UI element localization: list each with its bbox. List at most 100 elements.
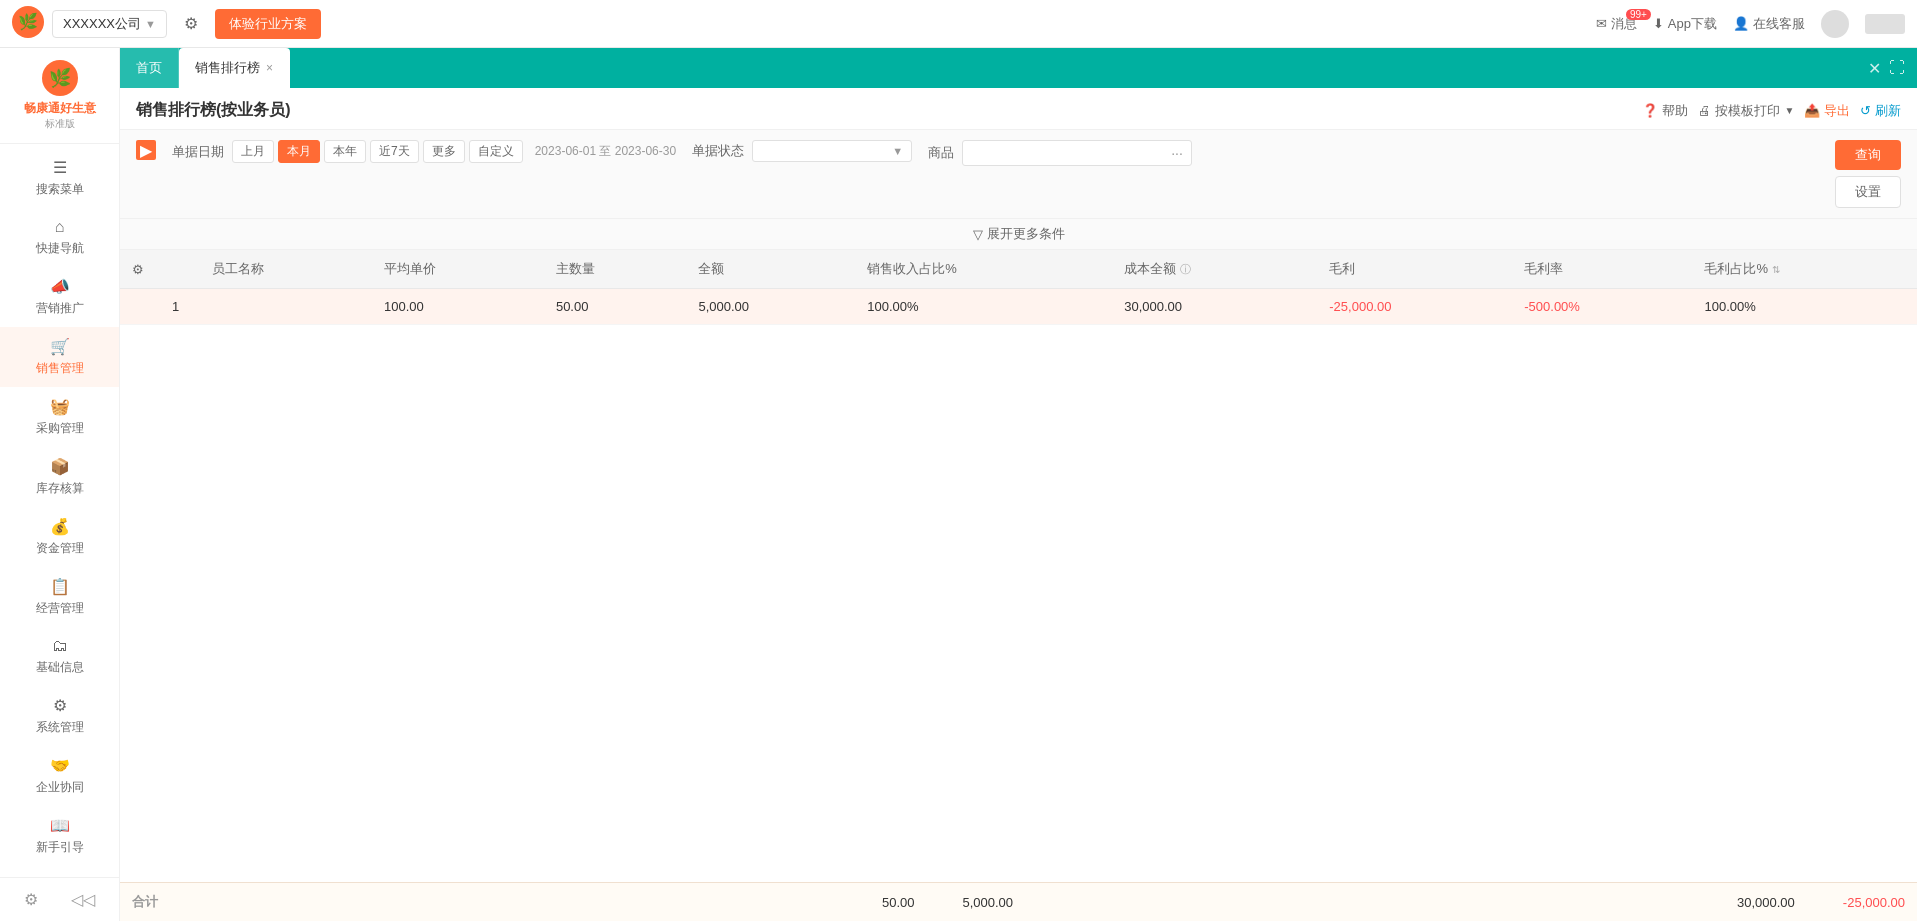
date-btn-custom[interactable]: 自定义 — [469, 140, 523, 163]
footer-label: 合计 — [132, 893, 158, 911]
page-title: 销售排行榜(按业务员) — [136, 100, 291, 121]
sales-icon: 🛒 — [50, 337, 70, 356]
sidebar-item-quicknav[interactable]: ⌂ 快捷导航 — [0, 208, 119, 267]
cost-info-icon[interactable]: ⓘ — [1180, 263, 1191, 275]
sidebar-item-purchase[interactable]: 🧺 采购管理 — [0, 387, 119, 447]
sidebar-brand-icon: 🌿 — [42, 60, 78, 96]
date-range-display: 2023-06-01 至 2023-06-30 — [535, 143, 676, 160]
sidebar-item-basic[interactable]: 🗂 基础信息 — [0, 627, 119, 686]
cell-avg-price: 100.00 — [372, 289, 544, 325]
tab-close-window-icon[interactable]: ✕ — [1868, 59, 1881, 78]
cell-gross: -25,000.00 — [1317, 289, 1512, 325]
trial-button[interactable]: 体验行业方案 — [215, 9, 321, 39]
company-select[interactable]: XXXXXX公司 ▼ — [52, 10, 167, 38]
tab-right-controls: ✕ ⛶ — [1868, 59, 1917, 78]
date-btn-this-year[interactable]: 本年 — [324, 140, 366, 163]
message-icon: ✉ — [1596, 16, 1607, 31]
help-icon: ❓ — [1642, 103, 1658, 118]
tab-close-icon[interactable]: × — [266, 61, 273, 75]
date-btn-last-month[interactable]: 上月 — [232, 140, 274, 163]
online-service-label: 在线客服 — [1753, 15, 1805, 33]
print-arrow-icon: ▼ — [1784, 105, 1794, 116]
tab-current-label: 销售排行榜 — [195, 59, 260, 77]
purchase-icon: 🧺 — [50, 397, 70, 416]
print-btn[interactable]: 🖨 按模板打印 ▼ — [1698, 102, 1794, 120]
search-menu-icon: ☰ — [53, 158, 67, 177]
company-name: XXXXXX公司 — [63, 15, 141, 33]
col-settings-icon[interactable]: ⚙ — [132, 262, 144, 277]
print-label: 按模板打印 — [1715, 102, 1780, 120]
quicknav-icon: ⌂ — [55, 218, 65, 236]
sidebar-item-inventory[interactable]: 📦 库存核算 — [0, 447, 119, 507]
sidebar-item-apps[interactable]: 📱 应用中心 — [0, 866, 119, 877]
print-icon: 🖨 — [1698, 103, 1711, 118]
app-download-btn[interactable]: ⬇ App下载 — [1653, 15, 1717, 33]
guide-icon: 📖 — [50, 816, 70, 835]
sidebar-label-inventory: 库存核算 — [36, 480, 84, 497]
sidebar-collapse-btn[interactable]: ◁◁ — [67, 886, 99, 913]
sidebar-label-quicknav: 快捷导航 — [36, 240, 84, 257]
expand-more-btn[interactable]: ▽ 展开更多条件 — [973, 225, 1065, 243]
sidebar: 🌿 畅康通好生意 标准版 ☰ 搜索菜单 ⌂ 快捷导航 📣 营销推广 � — [0, 48, 120, 921]
cell-amount: 5,000.00 — [686, 289, 855, 325]
sidebar-gear-btn[interactable]: ⚙ — [20, 886, 42, 913]
sidebar-label-sales: 销售管理 — [36, 360, 84, 377]
tab-maximize-icon[interactable]: ⛶ — [1889, 59, 1905, 77]
sidebar-item-marketing[interactable]: 📣 营销推广 — [0, 267, 119, 327]
online-service-btn[interactable]: 👤 在线客服 — [1733, 15, 1805, 33]
goods-more-icon[interactable]: ··· — [1171, 145, 1183, 161]
brand-section: 🌿 畅康通好生意 标准版 — [0, 48, 119, 144]
sidebar-item-guide[interactable]: 📖 新手引导 — [0, 806, 119, 866]
date-btn-this-month[interactable]: 本月 — [278, 140, 320, 163]
filter-expand-icon[interactable]: ▶ — [136, 140, 156, 160]
table-footer: 合计 50.00 5,000.00 30,000.00 -25,000.00 — [120, 882, 1917, 921]
table-row: 1 100.00 50.00 5,000.00 100.00% 30,000.0… — [120, 289, 1917, 325]
cell-cost: 30,000.00 — [1112, 289, 1317, 325]
goods-filter-label: 商品 — [928, 144, 954, 162]
sidebar-label-marketing: 营销推广 — [36, 300, 84, 317]
filter-bar: ▶ 单据日期 上月 本月 本年 近7天 更多 自定义 2023-06-01 至 … — [120, 130, 1917, 219]
brand-sub: 标准版 — [45, 117, 75, 131]
status-select[interactable]: ▼ — [752, 140, 912, 162]
top-bar: 🌿 XXXXXX公司 ▼ ⚙ 体验行业方案 ✉ 消息 99+ ⬇ App下载 👤… — [0, 0, 1917, 48]
sidebar-item-collab[interactable]: 🤝 企业协同 — [0, 746, 119, 806]
settings-icon[interactable]: ⚙ — [175, 8, 207, 40]
download-icon: ⬇ — [1653, 16, 1664, 31]
refresh-label: 刷新 — [1875, 103, 1901, 118]
goods-input-wrapper: ··· — [962, 140, 1192, 166]
gross-pct-sort-icon[interactable]: ⇅ — [1772, 264, 1780, 275]
user-avatar[interactable] — [1821, 10, 1849, 38]
goods-input[interactable] — [971, 146, 1171, 161]
col-name: 员工名称 — [200, 250, 372, 289]
cell-qty: 50.00 — [544, 289, 687, 325]
tab-home[interactable]: 首页 — [120, 48, 179, 88]
sidebar-item-operations[interactable]: 📋 经营管理 — [0, 567, 119, 627]
sidebar-item-search[interactable]: ☰ 搜索菜单 — [0, 148, 119, 208]
operations-icon: 📋 — [50, 577, 70, 596]
cell-gross-pct: 100.00% — [1692, 289, 1917, 325]
col-settings: ⚙ — [120, 250, 160, 289]
app-wrapper: 🌿 XXXXXX公司 ▼ ⚙ 体验行业方案 ✉ 消息 99+ ⬇ App下载 👤… — [0, 0, 1917, 921]
query-button[interactable]: 查询 — [1835, 140, 1901, 170]
settings-button[interactable]: 设置 — [1835, 176, 1901, 208]
cell-name — [200, 289, 372, 325]
col-gross-rate: 毛利率 — [1512, 250, 1692, 289]
notification-btn[interactable]: ✉ 消息 99+ — [1596, 15, 1637, 33]
date-buttons: 上月 本月 本年 近7天 更多 自定义 — [232, 140, 523, 163]
sidebar-item-system[interactable]: ⚙ 系统管理 — [0, 686, 119, 746]
tab-sales-ranking[interactable]: 销售排行榜 × — [179, 48, 290, 88]
col-rank — [160, 250, 200, 289]
date-btn-more[interactable]: 更多 — [423, 140, 465, 163]
date-btn-7days[interactable]: 近7天 — [370, 140, 419, 163]
help-label: 帮助 — [1662, 102, 1688, 120]
help-btn[interactable]: ❓ 帮助 — [1642, 102, 1688, 120]
top-right-actions: ✉ 消息 99+ ⬇ App下载 👤 在线客服 — [1596, 10, 1905, 38]
sidebar-item-finance[interactable]: 💰 资金管理 — [0, 507, 119, 567]
refresh-btn[interactable]: ↺ 刷新 — [1860, 102, 1901, 120]
sidebar-label-guide: 新手引导 — [36, 839, 84, 856]
rankings-table: ⚙ 员工名称 平均单价 主数量 全额 销售收入占比% 成本全额 ⓘ — [120, 250, 1917, 325]
sidebar-item-sales[interactable]: 🛒 销售管理 — [0, 327, 119, 387]
service-icon: 👤 — [1733, 16, 1749, 31]
export-btn[interactable]: 📤 导出 — [1804, 102, 1850, 120]
col-cost: 成本全额 ⓘ — [1112, 250, 1317, 289]
